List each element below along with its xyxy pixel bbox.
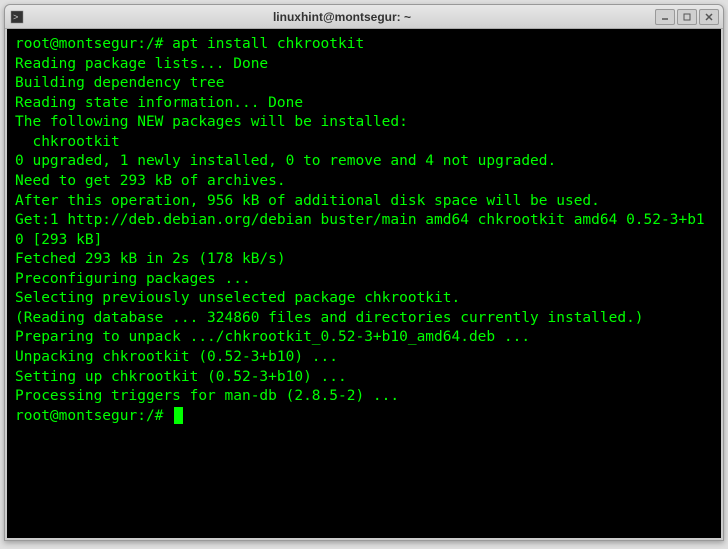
cursor [174, 407, 183, 424]
output-line: Unpacking chkrootkit (0.52-3+b10) ... [15, 348, 713, 368]
shell-prompt: root@montsegur:/# [15, 36, 172, 52]
output-line: Fetched 293 kB in 2s (178 kB/s) [15, 250, 713, 270]
close-button[interactable] [699, 9, 719, 25]
output-line: The following NEW packages will be insta… [15, 113, 713, 133]
output-line: Reading state information... Done [15, 94, 713, 114]
output-line: Need to get 293 kB of archives. [15, 172, 713, 192]
output-line: After this operation, 956 kB of addition… [15, 192, 713, 212]
window-controls [655, 9, 719, 25]
window-title: linuxhint@montsegur: ~ [29, 10, 655, 24]
output-line: Reading package lists... Done [15, 55, 713, 75]
prompt-line: root@montsegur:/# apt install chkrootkit [15, 35, 713, 55]
output-line: Get:1 http://deb.debian.org/debian buste… [15, 211, 713, 250]
terminal-output[interactable]: root@montsegur:/# apt install chkrootkit… [5, 29, 723, 540]
terminal-window: > linuxhint@montsegur: ~ root@montsegur:… [4, 4, 724, 541]
output-line: Preconfiguring packages ... [15, 270, 713, 290]
app-icon: > [9, 9, 25, 25]
output-line: chkrootkit [15, 133, 713, 153]
output-line: Selecting previously unselected package … [15, 289, 713, 309]
shell-prompt: root@montsegur:/# [15, 407, 172, 427]
output-line: Building dependency tree [15, 74, 713, 94]
output-line: 0 upgraded, 1 newly installed, 0 to remo… [15, 152, 713, 172]
svg-text:>: > [13, 13, 18, 23]
output-line: (Reading database ... 324860 files and d… [15, 309, 713, 329]
output-line: Processing triggers for man-db (2.8.5-2)… [15, 387, 713, 407]
minimize-button[interactable] [655, 9, 675, 25]
maximize-button[interactable] [677, 9, 697, 25]
output-line: Preparing to unpack .../chkrootkit_0.52-… [15, 328, 713, 348]
command-text: apt install chkrootkit [172, 36, 364, 52]
output-line: Setting up chkrootkit (0.52-3+b10) ... [15, 368, 713, 388]
titlebar[interactable]: > linuxhint@montsegur: ~ [5, 5, 723, 29]
prompt-line: root@montsegur:/# [15, 407, 713, 427]
